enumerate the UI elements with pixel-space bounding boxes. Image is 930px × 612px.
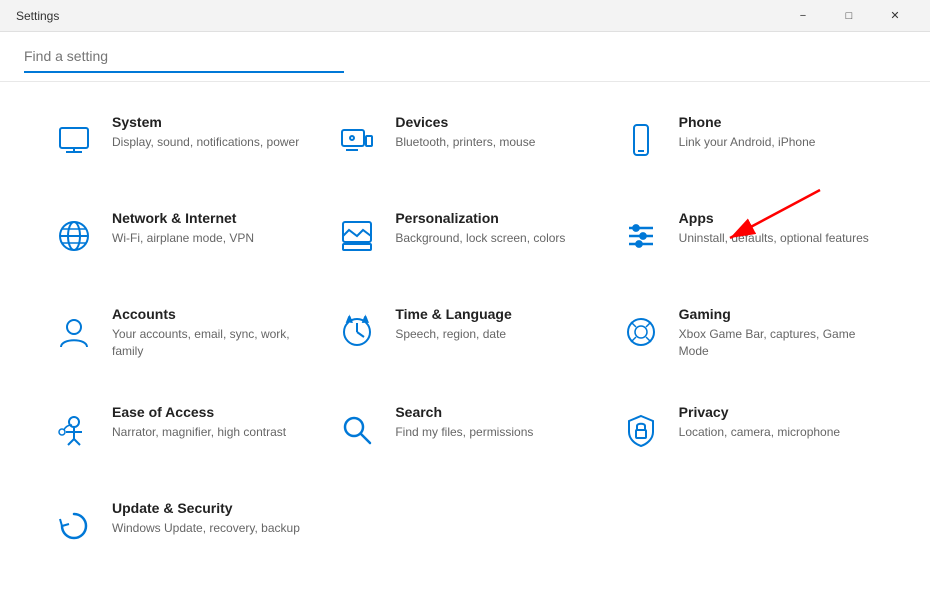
maximize-button[interactable]: □ [826,0,872,32]
settings-item-personalization[interactable]: Personalization Background, lock screen,… [323,188,606,284]
time-icon: AA [331,306,383,358]
searchbar-area [0,32,930,82]
settings-item-name: Privacy [679,404,840,420]
settings-item-desc: Uninstall, defaults, optional features [679,230,869,247]
settings-item-gaming[interactable]: Gaming Xbox Game Bar, captures, Game Mod… [607,284,890,382]
search-input[interactable] [24,41,344,73]
apps-icon [615,210,667,262]
settings-item-name: Devices [395,114,535,130]
devices-icon [331,114,383,166]
settings-item-desc: Xbox Game Bar, captures, Game Mode [679,326,874,360]
settings-item-desc: Narrator, magnifier, high contrast [112,424,286,441]
settings-item-update[interactable]: Update & Security Windows Update, recove… [40,478,323,574]
gaming-icon [615,306,667,358]
window-title: Settings [16,9,59,23]
settings-item-desc: Find my files, permissions [395,424,533,441]
search-icon [331,404,383,456]
settings-item-desc: Location, camera, microphone [679,424,840,441]
settings-item-system[interactable]: System Display, sound, notifications, po… [40,92,323,188]
close-button[interactable]: ✕ [872,0,918,32]
settings-item-name: Update & Security [112,500,300,516]
minimize-button[interactable]: − [780,0,826,32]
settings-item-desc: Bluetooth, printers, mouse [395,134,535,151]
settings-item-name: Network & Internet [112,210,254,226]
settings-item-time[interactable]: AA Time & Language Speech, region, date [323,284,606,382]
svg-text:A: A [363,317,368,324]
settings-item-name: Ease of Access [112,404,286,420]
settings-grid: System Display, sound, notifications, po… [40,92,890,574]
settings-item-ease[interactable]: Ease of Access Narrator, magnifier, high… [40,382,323,478]
settings-item-privacy[interactable]: Privacy Location, camera, microphone [607,382,890,478]
settings-item-name: Apps [679,210,869,226]
privacy-icon [615,404,667,456]
settings-item-desc: Display, sound, notifications, power [112,134,299,151]
settings-item-name: Gaming [679,306,874,322]
settings-item-desc: Windows Update, recovery, backup [112,520,300,537]
settings-main: System Display, sound, notifications, po… [0,82,930,612]
window-controls: − □ ✕ [780,0,918,32]
settings-item-desc: Link your Android, iPhone [679,134,816,151]
phone-icon [615,114,667,166]
settings-item-name: Search [395,404,533,420]
network-icon [48,210,100,262]
settings-item-name: Accounts [112,306,307,322]
settings-item-name: Personalization [395,210,565,226]
update-icon [48,500,100,552]
personalization-icon [331,210,383,262]
ease-icon [48,404,100,456]
settings-item-desc: Your accounts, email, sync, work, family [112,326,307,360]
settings-item-network[interactable]: Network & Internet Wi-Fi, airplane mode,… [40,188,323,284]
settings-item-search[interactable]: Search Find my files, permissions [323,382,606,478]
settings-item-accounts[interactable]: Accounts Your accounts, email, sync, wor… [40,284,323,382]
svg-text:A: A [347,317,352,324]
settings-item-name: Phone [679,114,816,130]
settings-item-name: Time & Language [395,306,511,322]
settings-item-phone[interactable]: Phone Link your Android, iPhone [607,92,890,188]
settings-item-apps[interactable]: Apps Uninstall, defaults, optional featu… [607,188,890,284]
settings-item-desc: Background, lock screen, colors [395,230,565,247]
accounts-icon [48,306,100,358]
system-icon [48,114,100,166]
titlebar: Settings − □ ✕ [0,0,930,32]
settings-item-desc: Speech, region, date [395,326,511,343]
settings-item-devices[interactable]: Devices Bluetooth, printers, mouse [323,92,606,188]
settings-item-desc: Wi-Fi, airplane mode, VPN [112,230,254,247]
settings-item-name: System [112,114,299,130]
